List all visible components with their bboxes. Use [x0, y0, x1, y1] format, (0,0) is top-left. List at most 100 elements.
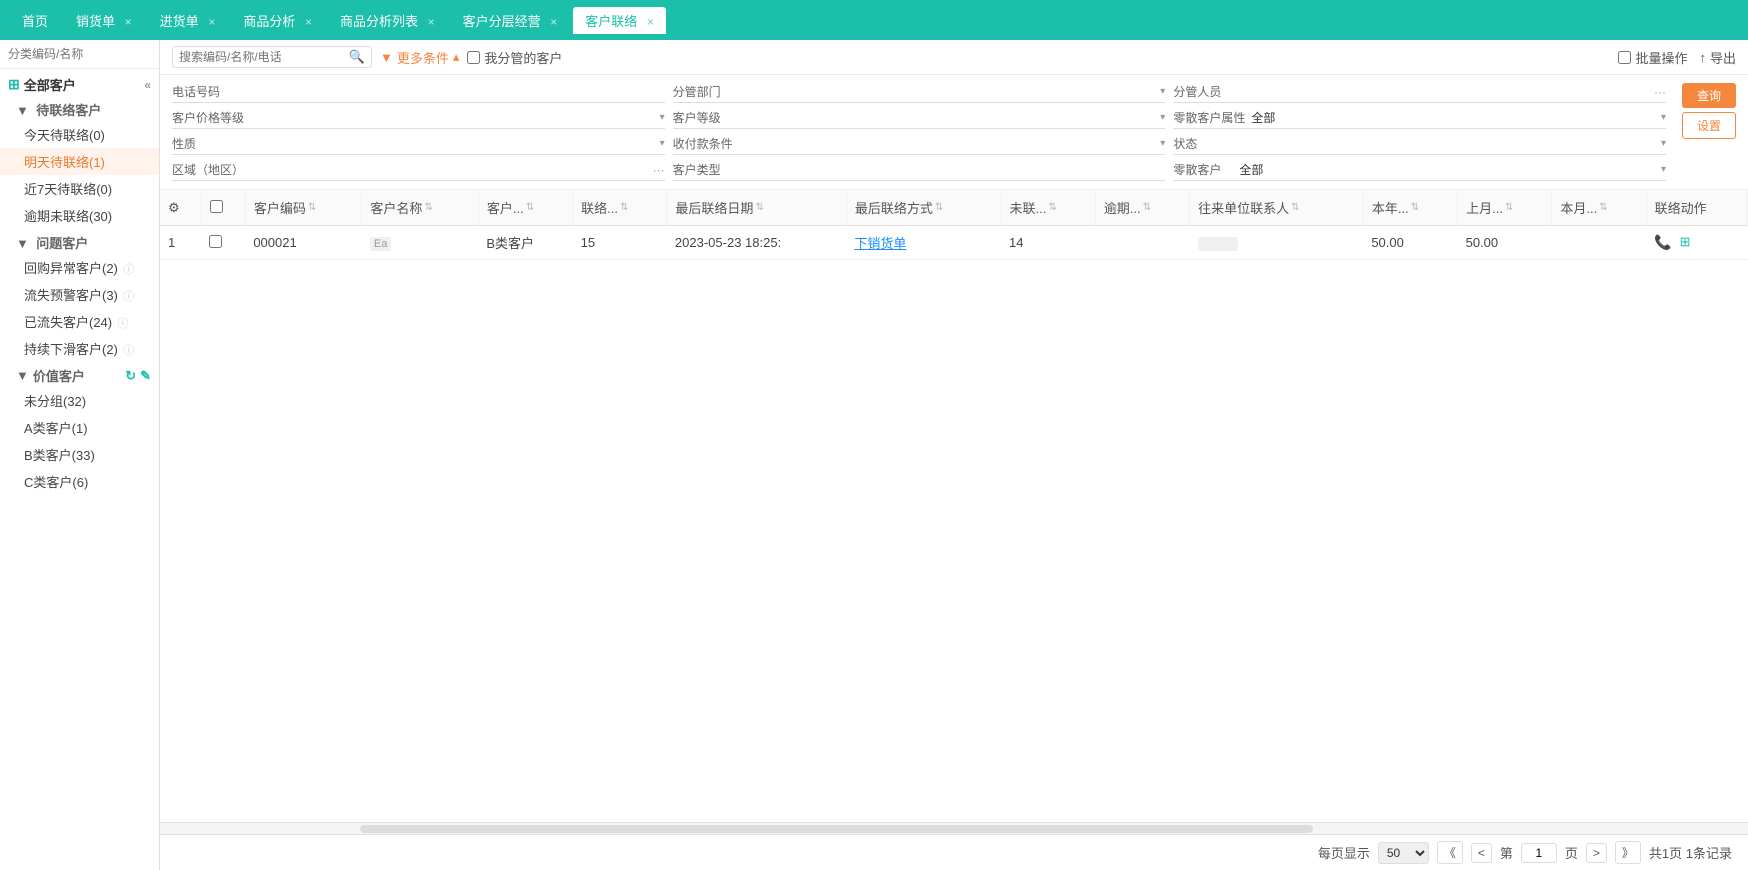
adv-filter-fields: 电话号码 分管部门 ▾ 分管人员 ··· [172, 83, 1666, 181]
field-dept[interactable]: 分管部门 ▾ [673, 83, 1166, 103]
price-level-chevron-down-icon: ▾ [660, 112, 665, 123]
expand-triangle-3: ▼ [16, 368, 29, 383]
col-unit-contact[interactable]: 往来单位联系人 ⇅ [1190, 190, 1364, 226]
nav-sales-order[interactable]: 销货单 × [64, 7, 144, 34]
sidebar-item-ungrouped[interactable]: 未分组(32) [0, 387, 159, 414]
row-name[interactable]: Ea [362, 226, 479, 260]
sidebar-item-overdue-contact[interactable]: 逾期未联络(30) [0, 202, 159, 229]
prev-page-btn[interactable]: < [1471, 843, 1492, 863]
query-button[interactable]: 查询 [1682, 83, 1736, 108]
field-region[interactable]: 区域（地区） ··· [172, 161, 665, 181]
collapse-icon[interactable]: « [144, 78, 151, 92]
row-last-method[interactable]: 下销货单 [846, 226, 1001, 260]
page-size-select[interactable]: 50 100 200 [1378, 842, 1429, 864]
export-btn[interactable]: ↑ 导出 [1699, 48, 1736, 67]
col-not-contacted[interactable]: 未联... ⇅ [1001, 190, 1095, 226]
col-settings[interactable]: ⚙ [160, 190, 201, 226]
search-input[interactable] [179, 50, 349, 64]
nav-product-analysis-list[interactable]: 商品分析列表 × [328, 7, 447, 34]
set-button[interactable]: 设置 [1682, 112, 1736, 139]
nav-close-product-analysis[interactable]: × [305, 15, 312, 29]
sidebar-item-7days-contact[interactable]: 近7天待联络(0) [0, 175, 159, 202]
nav-home[interactable]: 首页 [10, 7, 60, 34]
field-person[interactable]: 分管人员 ··· [1173, 83, 1666, 103]
nav-close-purchase[interactable]: × [208, 15, 215, 29]
col-checkbox[interactable] [201, 190, 245, 226]
field-customer-type: 客户类型 [673, 161, 1166, 181]
horizontal-scrollbar[interactable] [360, 825, 1313, 833]
sidebar-item-class-a[interactable]: A类客户(1) [0, 414, 159, 441]
row-select-checkbox[interactable] [209, 235, 222, 248]
action-icons-group: 📞 ⊞ [1654, 234, 1739, 251]
field-retail-attr[interactable]: 零散客户属性 全部 ▾ [1173, 109, 1666, 129]
last-date-sort-icon: ⇅ [755, 202, 763, 213]
call-action-icon[interactable]: 📞 [1654, 234, 1671, 251]
select-all-checkbox[interactable] [210, 200, 223, 213]
batch-checkbox[interactable] [1618, 51, 1631, 64]
region-dots-icon[interactable]: ··· [653, 163, 665, 177]
all-customers-section[interactable]: ⊞ 全部客户 « [0, 69, 159, 96]
nav-customer-segment[interactable]: 客户分层经营 × [451, 7, 570, 34]
nav-product-analysis[interactable]: 商品分析 × [231, 7, 324, 34]
col-this-month[interactable]: 本月... ⇅ [1552, 190, 1646, 226]
batch-operation-btn[interactable]: 批量操作 [1618, 48, 1687, 67]
col-code[interactable]: 客户编码 ⇅ [245, 190, 362, 226]
first-page-btn[interactable]: 《 [1437, 841, 1463, 864]
sidebar-item-declining[interactable]: 持续下滑客户(2) ⓘ [0, 335, 159, 362]
sidebar-item-today-contact[interactable]: 今天待联络(0) [0, 121, 159, 148]
sidebar-item-repurchase-abnormal[interactable]: 回购异常客户(2) ⓘ [0, 254, 159, 281]
more-conditions-btn[interactable]: ▼ 更多条件 ▴ [380, 48, 459, 67]
sidebar-item-tomorrow-contact[interactable]: 明天待联络(1) [0, 148, 159, 175]
col-overdue[interactable]: 逾期... ⇅ [1095, 190, 1189, 226]
nav-close-sales-order[interactable]: × [125, 15, 132, 29]
qr-action-icon[interactable]: ⊞ [1680, 234, 1691, 251]
sidebar-item-churned[interactable]: 已流失客户(24) ⓘ [0, 308, 159, 335]
info-icon-3: ⓘ [117, 318, 128, 330]
last-method-link[interactable]: 下销货单 [854, 236, 906, 251]
field-payment-terms[interactable]: 收付款条件 ▾ [673, 135, 1166, 155]
settings-icon[interactable]: ⚙ [168, 200, 180, 215]
row-type: B类客户 [478, 226, 572, 260]
nav-close-customer-contact[interactable]: × [647, 15, 654, 29]
problem-customers-group[interactable]: ▼ 问题客户 [0, 229, 159, 254]
field-status[interactable]: 状态 ▾ [1173, 135, 1666, 155]
search-icon[interactable]: 🔍 [349, 49, 365, 65]
row-checkbox[interactable] [201, 226, 245, 260]
my-customers-check[interactable] [467, 51, 480, 64]
field-retail-customer[interactable]: 零散客户 全部 ▾ [1173, 161, 1666, 181]
nav-close-product-analysis-list[interactable]: × [428, 15, 435, 29]
sidebar-search-input[interactable] [8, 47, 160, 61]
col-type[interactable]: 客户... ⇅ [478, 190, 572, 226]
pending-contact-group[interactable]: ▼ 待联络客户 [0, 96, 159, 121]
page-number-input[interactable] [1521, 843, 1557, 863]
nav-close-customer-segment[interactable]: × [550, 15, 557, 29]
sidebar-item-class-c[interactable]: C类客户(6) [0, 468, 159, 495]
person-dots-icon[interactable]: ··· [1654, 85, 1666, 99]
field-nature[interactable]: 性质 ▾ [172, 135, 665, 155]
filter-bar: 🔍 ▼ 更多条件 ▴ 我分管的客户 批量操作 ↑ 导出 [160, 40, 1748, 75]
chevron-up-icon: ▴ [453, 49, 460, 65]
sidebar-item-class-b[interactable]: B类客户(33) [0, 441, 159, 468]
my-customers-checkbox[interactable]: 我分管的客户 [467, 48, 562, 67]
last-page-btn[interactable]: 》 [1615, 841, 1641, 864]
field-customer-level[interactable]: 客户等级 ▾ [673, 109, 1166, 129]
row-this-year: 50.00 [1363, 226, 1457, 260]
sidebar-item-churn-warning[interactable]: 流失预警客户(3) ⓘ [0, 281, 159, 308]
nav-purchase-order[interactable]: 进货单 × [148, 7, 228, 34]
nav-customer-contact[interactable]: 客户联络 × [573, 7, 666, 34]
col-this-year[interactable]: 本年... ⇅ [1363, 190, 1457, 226]
col-last-method[interactable]: 最后联络方式 ⇅ [846, 190, 1001, 226]
col-last-date[interactable]: 最后联络日期 ⇅ [667, 190, 846, 226]
edit-icon[interactable]: ✎ [140, 368, 151, 384]
col-contact[interactable]: 联络... ⇅ [573, 190, 667, 226]
field-price-level[interactable]: 客户价格等级 ▾ [172, 109, 665, 129]
col-last-month[interactable]: 上月... ⇅ [1458, 190, 1552, 226]
sidebar: 🔍 ⊞ 全部客户 « ▼ 待联络客户 今天待联络(0) 明天待联络(1) 近7天… [0, 40, 160, 870]
refresh-icon[interactable]: ↻ [125, 368, 136, 384]
next-page-btn[interactable]: > [1586, 843, 1607, 863]
value-customers-group[interactable]: ▼ 价值客户 ↻ ✎ [0, 362, 159, 387]
search-wrap: 🔍 [172, 46, 372, 68]
col-name[interactable]: 客户名称 ⇅ [362, 190, 479, 226]
sidebar-search-area: 🔍 [0, 40, 159, 69]
row-contact-count: 15 [573, 226, 667, 260]
